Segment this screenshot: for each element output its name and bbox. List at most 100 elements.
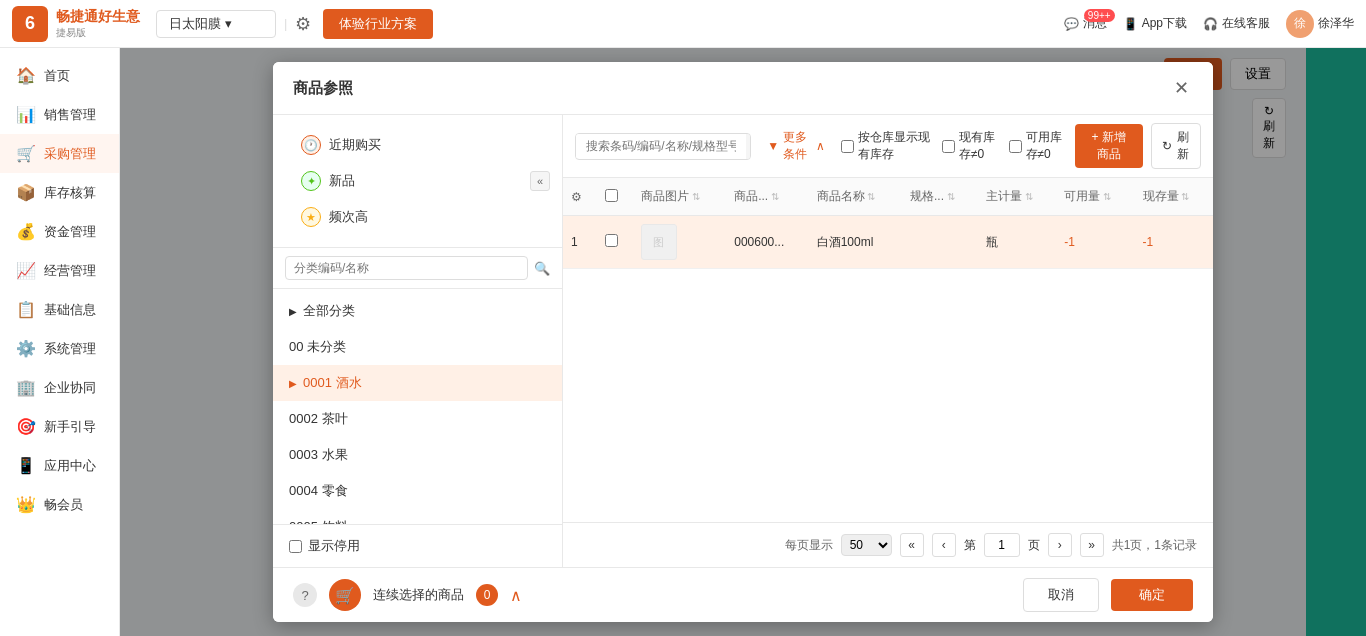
user-name: 徐泽华: [1318, 15, 1354, 32]
sidebar-item-sales[interactable]: 📊 销售管理: [0, 95, 119, 134]
sidebar: 🏠 首页 📊 销售管理 🛒 采购管理 📦 库存核算 💰 资金管理 📈 经营管理 …: [0, 48, 120, 636]
sidebar-label-system: 系统管理: [44, 340, 96, 358]
pagination-bar: 每页显示 50 100 200 « ‹ 第 页 ›: [563, 522, 1213, 567]
page-total: 共1页，1条记录: [1112, 537, 1197, 554]
page-end-label: 页: [1028, 537, 1040, 554]
message-badge: 99+: [1084, 9, 1115, 22]
category-item-all[interactable]: ▶ 全部分类: [273, 293, 562, 329]
table-row[interactable]: 1 图 000600... 白酒100ml: [563, 216, 1213, 269]
refresh-button[interactable]: ↻ 刷新: [1151, 123, 1201, 169]
collapse-left-btn[interactable]: «: [530, 171, 550, 191]
sidebar-item-inventory[interactable]: 📦 库存核算: [0, 173, 119, 212]
product-table: ⚙ 商品图片 商品... 商品名称 规格... 主计量 可用量 现存量: [563, 178, 1213, 269]
search-bar: 🔍: [575, 133, 751, 160]
sidebar-item-system[interactable]: ⚙️ 系统管理: [0, 329, 119, 368]
product-dropdown[interactable]: 日太阳膜 ▾: [156, 10, 276, 38]
sidebar-item-guide[interactable]: 🎯 新手引导: [0, 407, 119, 446]
online-service-item[interactable]: 🎧 在线客服: [1203, 15, 1270, 32]
cancel-button[interactable]: 取消: [1023, 578, 1099, 612]
col-stock[interactable]: 现存量: [1135, 178, 1213, 216]
filter-label: 更多条件: [783, 129, 812, 163]
col-settings[interactable]: ⚙: [563, 178, 597, 216]
cart-icon[interactable]: 🛒: [329, 579, 361, 611]
sidebar-label-enterprise: 企业协同: [44, 379, 96, 397]
first-page-button[interactable]: «: [900, 533, 924, 557]
help-icon[interactable]: ?: [293, 583, 317, 607]
checkbox-stock[interactable]: [942, 140, 955, 153]
next-page-button[interactable]: ›: [1048, 533, 1072, 557]
row-image: 图: [633, 216, 726, 269]
dialog-footer: ? 🛒 连续选择的商品 0 ∧ 取消 确定: [273, 567, 1213, 622]
checkbox-warehouse-item[interactable]: 按仓库显示现有库存: [841, 129, 934, 163]
left-panel-header: 🕐 近期购买 ✦ 新品 ★ 频次高: [273, 115, 562, 248]
user-item[interactable]: 徐 徐泽华: [1286, 10, 1354, 38]
prev-page-button[interactable]: ‹: [932, 533, 956, 557]
main-layout: 🏠 首页 📊 销售管理 🛒 采购管理 📦 库存核算 💰 资金管理 📈 经营管理 …: [0, 48, 1366, 636]
checkbox-stock-item[interactable]: 现有库存≠0: [942, 129, 1000, 163]
sales-icon: 📊: [16, 105, 36, 124]
category-search-input[interactable]: [285, 256, 528, 280]
message-nav-item[interactable]: 💬 消息 99+: [1064, 15, 1107, 32]
category-item-0005[interactable]: 0005 饮料: [273, 509, 562, 524]
checkbox-warehouse[interactable]: [841, 140, 854, 153]
row-stock: -1: [1135, 216, 1213, 269]
category-item-0001[interactable]: ▶ 0001 酒水: [273, 365, 562, 401]
app-download-item[interactable]: 📱 App下载: [1123, 15, 1187, 32]
sidebar-item-basic[interactable]: 📋 基础信息: [0, 290, 119, 329]
app-icon: 📱: [1123, 17, 1138, 31]
page-size-select[interactable]: 50 100 200: [841, 534, 892, 556]
category-arrow-all: ▶: [289, 306, 297, 317]
col-available[interactable]: 可用量: [1056, 178, 1134, 216]
confirm-button[interactable]: 确定: [1111, 579, 1193, 611]
gear-icon[interactable]: ⚙: [295, 13, 311, 35]
sidebar-item-appcenter[interactable]: 📱 应用中心: [0, 446, 119, 485]
show-disabled-container: 显示停用: [273, 524, 562, 567]
checkbox-available[interactable]: [1009, 140, 1022, 153]
category-item-0003[interactable]: 0003 水果: [273, 437, 562, 473]
sidebar-item-home[interactable]: 🏠 首页: [0, 56, 119, 95]
category-item-00[interactable]: 00 未分类: [273, 329, 562, 365]
experience-btn[interactable]: 体验行业方案: [323, 9, 433, 39]
col-code[interactable]: 商品...: [726, 178, 808, 216]
col-unit[interactable]: 主计量: [978, 178, 1056, 216]
category-item-0004[interactable]: 0004 零食: [273, 473, 562, 509]
refresh-label: 刷新: [1176, 129, 1190, 163]
nav-actions: 💬 消息 99+ 📱 App下载 🎧 在线客服 徐 徐泽华: [1064, 10, 1354, 38]
sidebar-item-enterprise[interactable]: 🏢 企业协同: [0, 368, 119, 407]
page-number-input[interactable]: [984, 533, 1020, 557]
sidebar-item-operations[interactable]: 📈 经营管理: [0, 251, 119, 290]
filter-more-btn[interactable]: ▼ 更多条件 ∧: [759, 125, 832, 167]
select-all-checkbox[interactable]: [605, 189, 618, 202]
last-page-button[interactable]: »: [1080, 533, 1104, 557]
recent-tab-recent[interactable]: 🕐 近期购买: [285, 127, 530, 163]
recent-tab-frequent-label: 频次高: [329, 208, 368, 226]
enterprise-icon: 🏢: [16, 378, 36, 397]
search-icon-button[interactable]: 🔍: [746, 134, 751, 159]
category-item-0002[interactable]: 0002 茶叶: [273, 401, 562, 437]
product-search-input[interactable]: [576, 134, 746, 158]
col-image[interactable]: 商品图片: [633, 178, 726, 216]
recent-tab-frequent[interactable]: ★ 频次高: [285, 199, 530, 235]
checkbox-available-item[interactable]: 可用库存≠0: [1009, 129, 1067, 163]
show-disabled-checkbox[interactable]: [289, 540, 302, 553]
chevron-down-icon: ▾: [225, 16, 232, 31]
sidebar-label-appcenter: 应用中心: [44, 457, 96, 475]
add-product-button[interactable]: + 新增商品: [1075, 124, 1143, 168]
col-spec[interactable]: 规格...: [902, 178, 978, 216]
collapse-footer-icon[interactable]: ∧: [510, 586, 522, 605]
row-checkbox[interactable]: [597, 216, 633, 269]
dialog-close-button[interactable]: ✕: [1169, 76, 1193, 100]
sidebar-item-purchase[interactable]: 🛒 采购管理: [0, 134, 119, 173]
row-unit: 瓶: [978, 216, 1056, 269]
checkbox-stock-label: 现有库存≠0: [959, 129, 1000, 163]
show-disabled-label[interactable]: 显示停用: [308, 537, 360, 555]
sidebar-label-operations: 经营管理: [44, 262, 96, 280]
category-search-icon[interactable]: 🔍: [534, 261, 550, 276]
recent-tab-new[interactable]: ✦ 新品: [285, 163, 530, 199]
sidebar-label-finance: 资金管理: [44, 223, 96, 241]
row-select-checkbox[interactable]: [605, 234, 618, 247]
sidebar-item-member[interactable]: 👑 畅会员: [0, 485, 119, 524]
col-checkbox[interactable]: [597, 178, 633, 216]
sidebar-item-finance[interactable]: 💰 资金管理: [0, 212, 119, 251]
col-name[interactable]: 商品名称: [809, 178, 902, 216]
